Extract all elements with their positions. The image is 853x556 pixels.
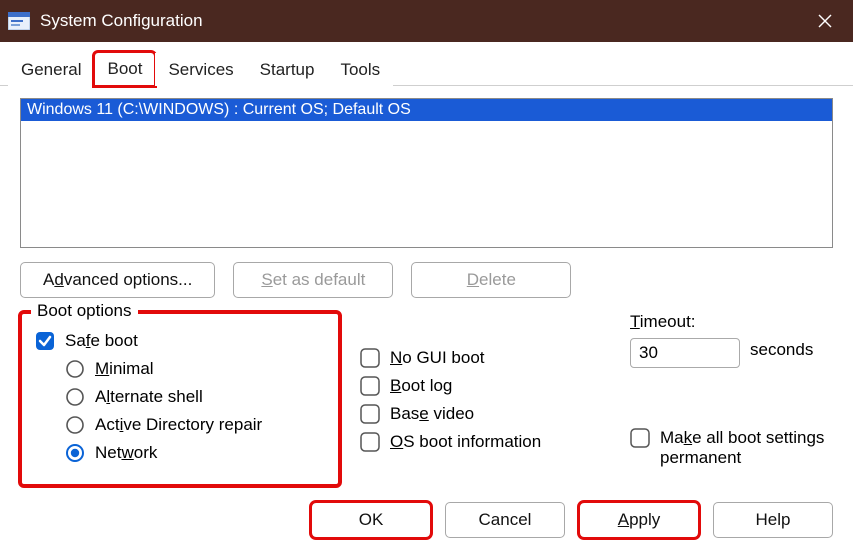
- checkbox-unchecked-icon: [360, 376, 380, 396]
- delete-button[interactable]: Delete: [411, 262, 571, 298]
- boot-options-group: Boot options Safe boot Minimal Alternate…: [20, 312, 340, 486]
- set-as-default-button[interactable]: Set as default: [233, 262, 393, 298]
- make-permanent-label: Make all boot settings permanent: [660, 428, 833, 468]
- radio-minimal-label: Minimal: [95, 359, 154, 379]
- checkbox-unchecked-icon: [360, 348, 380, 368]
- timeout-input[interactable]: [630, 338, 740, 368]
- radio-network[interactable]: Network: [65, 443, 325, 463]
- boot-log-label: Boot log: [390, 376, 452, 396]
- tab-general[interactable]: General: [8, 53, 94, 86]
- radio-alternate-shell[interactable]: Alternate shell: [65, 387, 325, 407]
- radio-checked-icon: [65, 443, 85, 463]
- make-permanent-checkbox[interactable]: Make all boot settings permanent: [630, 428, 833, 468]
- checkbox-unchecked-icon: [630, 428, 650, 448]
- tab-services[interactable]: Services: [155, 53, 246, 86]
- titlebar: System Configuration: [0, 0, 853, 42]
- radio-ad-repair[interactable]: Active Directory repair: [65, 415, 325, 435]
- os-boot-info-label: OS boot information: [390, 432, 541, 452]
- window-title: System Configuration: [40, 11, 203, 31]
- apply-button[interactable]: Apply: [579, 502, 699, 538]
- advanced-options-button[interactable]: Advanced options...: [20, 262, 215, 298]
- boot-options-legend: Boot options: [31, 301, 138, 321]
- radio-unchecked-icon: [65, 387, 85, 407]
- no-gui-boot-checkbox[interactable]: No GUI boot: [360, 348, 610, 368]
- radio-unchecked-icon: [65, 415, 85, 435]
- tab-startup[interactable]: Startup: [247, 53, 328, 86]
- os-button-row: Advanced options... Set as default Delet…: [20, 262, 833, 298]
- tab-boot[interactable]: Boot: [94, 52, 155, 86]
- checkbox-unchecked-icon: [360, 432, 380, 452]
- tab-tools[interactable]: Tools: [327, 53, 393, 86]
- checkbox-checked-icon: [35, 331, 55, 351]
- ok-button[interactable]: OK: [311, 502, 431, 538]
- dialog-footer: OK Cancel Apply Help: [0, 494, 853, 550]
- timeout-group: Timeout: seconds Make all boot settings …: [630, 312, 833, 468]
- safe-boot-label: Safe boot: [65, 331, 138, 351]
- cancel-button[interactable]: Cancel: [445, 502, 565, 538]
- close-button[interactable]: [797, 0, 853, 42]
- base-video-label: Base video: [390, 404, 474, 424]
- timeout-label: Timeout:: [630, 312, 833, 332]
- checkbox-unchecked-icon: [360, 404, 380, 424]
- app-icon: [8, 11, 30, 31]
- boot-flags-group: No GUI boot Boot log Base video OS boot …: [360, 312, 610, 460]
- no-gui-boot-label: No GUI boot: [390, 348, 485, 368]
- os-list-item[interactable]: Windows 11 (C:\WINDOWS) : Current OS; De…: [21, 99, 832, 121]
- safe-boot-checkbox[interactable]: Safe boot: [35, 331, 325, 351]
- radio-adrepair-label: Active Directory repair: [95, 415, 262, 435]
- radio-network-label: Network: [95, 443, 157, 463]
- radio-altshell-label: Alternate shell: [95, 387, 203, 407]
- timeout-unit: seconds: [750, 340, 813, 360]
- radio-minimal[interactable]: Minimal: [65, 359, 325, 379]
- os-list[interactable]: Windows 11 (C:\WINDOWS) : Current OS; De…: [20, 98, 833, 248]
- os-boot-info-checkbox[interactable]: OS boot information: [360, 432, 610, 452]
- boot-log-checkbox[interactable]: Boot log: [360, 376, 610, 396]
- close-icon: [818, 14, 832, 28]
- help-button[interactable]: Help: [713, 502, 833, 538]
- tab-bar: General Boot Services Startup Tools: [0, 46, 853, 86]
- base-video-checkbox[interactable]: Base video: [360, 404, 610, 424]
- radio-unchecked-icon: [65, 359, 85, 379]
